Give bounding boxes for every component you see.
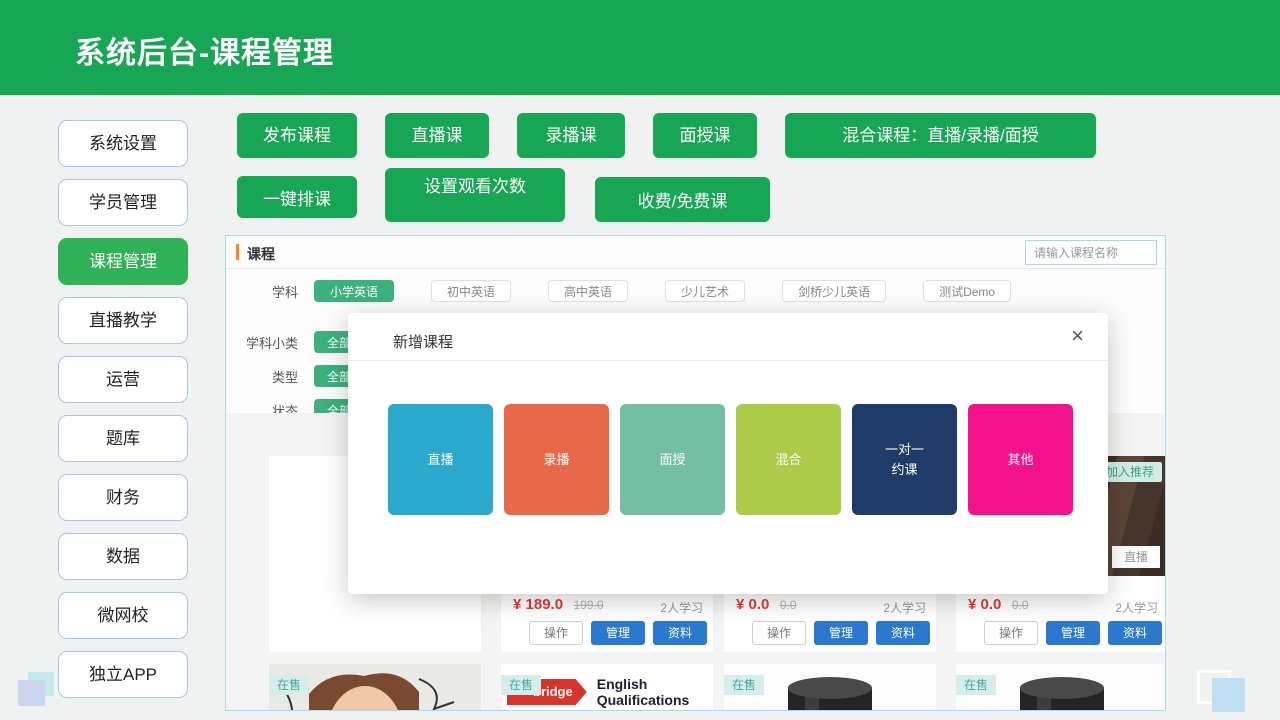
course-type-label: 其他 [1007,450,1033,470]
course-type-label: 一对一 约课 [885,440,924,479]
sidebar-item-course-management[interactable]: 课程管理 [58,238,188,285]
close-icon[interactable]: × [1071,325,1084,347]
sidebar: 系统设置 学员管理 课程管理 直播教学 运营 题库 财务 数据 微网校 独立AP… [58,120,188,698]
filter-chip-test-demo[interactable]: 测试Demo [923,280,1011,302]
students-count: 2人学习 [1115,599,1158,616]
course-old-price: 199.0 [574,598,604,612]
filter-row-subject: 学科 小学英语 初中英语 高中英语 少儿艺术 剑桥少儿英语 测试Demo [226,280,1011,302]
sidebar-item-micro-school[interactable]: 微网校 [58,592,188,639]
course-card-7[interactable]: 在售 [956,664,1166,711]
filter-chip-primary-english[interactable]: 小学英语 [314,280,394,302]
sidebar-item-finance[interactable]: 财务 [58,474,188,521]
price-row: ¥ 0.0 0.0 2人学习 [736,596,926,616]
course-price: ¥ 0.0 [736,596,769,613]
mixed-course-button[interactable]: 混合课程：直播/录播/面授 [785,113,1096,158]
panel-title: 课程 [247,244,275,264]
publish-course-button[interactable]: 发布课程 [237,113,357,158]
filter-chip-cambridge-children-english[interactable]: 剑桥少儿英语 [782,280,886,302]
sidebar-item-operations[interactable]: 运营 [58,356,188,403]
decoration-square-right-blue [1212,678,1245,712]
price-row: ¥ 0.0 0.0 2人学习 [968,596,1158,616]
course-thumbnail: bridge English Qualifications 在售 [501,664,713,711]
course-type-mixed[interactable]: 混合 [736,404,841,515]
students-count: 2人学习 [660,599,703,616]
course-type-one-on-one[interactable]: 一对一 约课 [852,404,957,515]
course-card-4[interactable]: 在售 [269,664,481,711]
course-search-input[interactable] [1025,240,1157,265]
course-price: ¥ 0.0 [968,596,1001,613]
modal-title: 新增课程 [393,331,453,352]
sidebar-item-live-teaching[interactable]: 直播教学 [58,297,188,344]
course-thumbnail: 在售 [956,664,1166,711]
page-title: 系统后台-课程管理 [75,28,334,72]
course-type-label: 直播 [427,450,453,470]
sidebar-item-question-bank[interactable]: 题库 [58,415,188,462]
course-type-label: 混合 [775,450,801,470]
filter-label-subcategory: 学科小类 [226,333,298,352]
manage-button[interactable]: 管理 [1046,621,1100,645]
cambridge-logo-text: English Qualifications [597,676,713,708]
course-price: ¥ 189.0 [513,596,563,613]
students-count: 2人学习 [883,599,926,616]
material-button[interactable]: 资料 [1108,621,1162,645]
course-thumbnail: 在售 [724,664,936,711]
operate-button[interactable]: 操作 [752,621,806,645]
paid-free-course-button[interactable]: 收费/免费课 [595,177,770,222]
onsale-badge: 在售 [501,675,541,695]
course-type-recorded[interactable]: 录播 [504,404,609,515]
onsale-badge: 在售 [269,675,309,695]
course-type-live[interactable]: 直播 [388,404,493,515]
course-card-5[interactable]: bridge English Qualifications 在售 [501,664,713,711]
filter-chip-senior-english[interactable]: 高中英语 [548,280,628,302]
course-card-6[interactable]: 在售 [724,664,936,711]
title-accent-bar [236,244,239,260]
course-old-price: 0.0 [780,598,797,612]
course-old-price: 0.0 [1012,598,1029,612]
onsale-badge: 在售 [956,675,996,695]
recorded-course-button[interactable]: 录播课 [517,113,625,158]
sidebar-item-data[interactable]: 数据 [58,533,188,580]
manage-button[interactable]: 管理 [591,621,645,645]
live-course-button[interactable]: 直播课 [385,113,489,158]
sidebar-item-system-settings[interactable]: 系统设置 [58,120,188,167]
material-button[interactable]: 资料 [876,621,930,645]
filter-label-type: 类型 [226,367,298,386]
material-button[interactable]: 资料 [653,621,707,645]
set-view-count-button[interactable]: 设置观看次数 [385,168,565,222]
offline-course-button[interactable]: 面授课 [653,113,757,158]
price-row: ¥ 189.0 199.0 2人学习 [513,596,703,616]
course-type-cards: 直播 录播 面授 混合 一对一 约课 其他 [388,404,1073,515]
course-type-label: 录播 [543,450,569,470]
course-type-label: 面授 [659,450,685,470]
manage-button[interactable]: 管理 [814,621,868,645]
operate-button[interactable]: 操作 [529,621,583,645]
filter-chip-junior-english[interactable]: 初中英语 [431,280,511,302]
onsale-badge: 在售 [724,675,764,695]
modal-divider [348,360,1108,361]
add-course-modal: 新增课程 × 直播 录播 面授 混合 一对一 约课 其他 [348,313,1108,594]
quick-actions-row1: 发布课程 直播课 录播课 面授课 混合课程：直播/录播/面授 [237,113,1096,158]
filter-label-subject: 学科 [226,282,298,301]
course-type-other[interactable]: 其他 [968,404,1073,515]
operate-button[interactable]: 操作 [984,621,1038,645]
filter-row-type: 类型 全部 [226,365,364,387]
filter-chip-children-art[interactable]: 少儿艺术 [665,280,745,302]
filter-row-subcategory: 学科小类 全部 [226,331,364,353]
page-header: 系统后台-课程管理 [0,0,1280,95]
decoration-square-left-lavender [18,680,45,706]
sidebar-item-standalone-app[interactable]: 独立APP [58,651,188,698]
live-type-badge: 直播 [1112,546,1160,568]
course-panel-header: 课程 [226,236,1165,269]
course-thumbnail: 在售 [269,664,481,711]
one-click-schedule-button[interactable]: 一键排课 [237,176,357,218]
course-type-offline[interactable]: 面授 [620,404,725,515]
sidebar-item-student-management[interactable]: 学员管理 [58,179,188,226]
